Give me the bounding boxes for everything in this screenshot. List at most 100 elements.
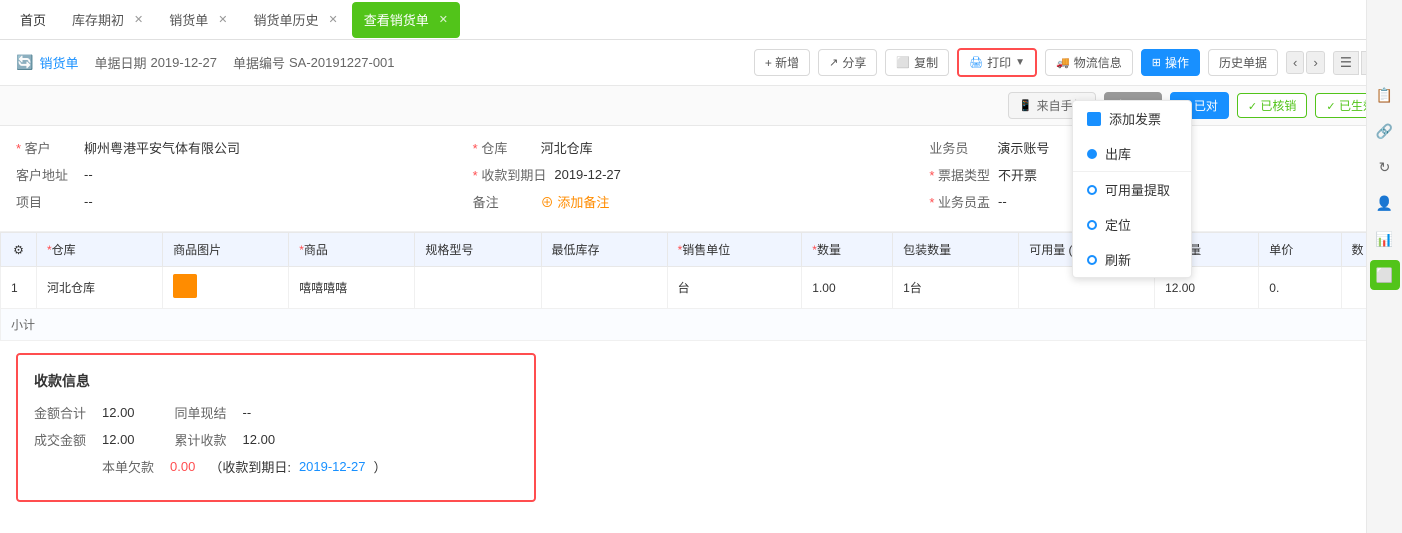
due-suffix: ） <box>373 457 386 476</box>
print-btn-label: 打印 <box>987 54 1011 71</box>
payment-date-value: 2019-12-27 <box>554 167 621 182</box>
tab-inventory[interactable]: 库存期初 ✕ <box>60 2 155 38</box>
share-btn-label: 分享 <box>842 54 866 71</box>
payment-info: 收款信息 金额合计 12.00 同单现结 -- 成交金额 12.00 累计收款 … <box>16 353 536 502</box>
payment-date-field: 收款到期日 2019-12-27 <box>473 165 930 184</box>
tab-inventory-close[interactable]: ✕ <box>134 13 143 26</box>
transaction-field: 成交金额 12.00 <box>34 430 135 449</box>
logistics-btn-label: 物流信息 <box>1074 54 1122 71</box>
payment-date-label: 收款到期日 <box>473 165 547 184</box>
row-unit: 台 <box>667 267 802 309</box>
next-btn[interactable]: › <box>1306 51 1324 74</box>
list-view-btn[interactable]: ☰ <box>1333 51 1359 75</box>
address-field: 客户地址 -- <box>16 165 473 184</box>
check-label: 已对 <box>1194 97 1218 114</box>
ticket-type-label: 票据类型 <box>929 165 990 184</box>
doc-meta: 单据日期 2019-12-27 单据编号 SA-20191227-001 <box>94 53 394 72</box>
add-remark-label: 添加备注 <box>557 195 609 210</box>
tab-sales-history[interactable]: 销货单历史 ✕ <box>241 2 349 38</box>
payment-row-3: 本单欠款 0.00 （收款到期日: 2019-12-27 ） <box>34 457 518 476</box>
refresh-icon <box>1087 255 1097 265</box>
doc-date-value: 2019-12-27 <box>150 55 217 70</box>
menu-refresh[interactable]: 刷新 <box>1073 242 1191 277</box>
address-value: -- <box>84 167 93 182</box>
doc-number-label: 单据编号 <box>233 53 285 72</box>
sidebar-icon-5[interactable]: 📊 <box>1370 224 1400 254</box>
cancelled-label: 已核销 <box>1260 99 1296 113</box>
project-value: -- <box>84 194 93 209</box>
operate-button[interactable]: ⊞ 操作 <box>1141 49 1200 76</box>
doc-actions: + 新增 ↗ 分享 ⬜ 复制 🖨 打印 ▼ 🚚 物流信息 ⊞ 操作 <box>754 48 1386 77</box>
tab-inventory-label: 库存期初 <box>72 10 124 29</box>
new-btn-label: + 新增 <box>765 54 799 71</box>
project-label: 项目 <box>16 192 76 211</box>
prev-btn[interactable]: ‹ <box>1286 51 1304 74</box>
col-spec: 规格型号 <box>415 233 541 267</box>
row-spec <box>415 267 541 309</box>
row-product: 嘻嘻嘻嘻 <box>289 267 415 309</box>
share-button[interactable]: ↗ 分享 <box>818 49 877 76</box>
subtotal-label: 小计 <box>11 318 35 332</box>
nav-arrows: ‹ › <box>1286 51 1325 74</box>
new-button[interactable]: + 新增 <box>754 49 810 76</box>
remark-field: 备注 ⊕ 添加备注 <box>473 192 930 211</box>
amount-total-value: 12.00 <box>102 405 135 420</box>
col-warehouse: *仓库 <box>37 233 163 267</box>
print-button[interactable]: 🖨 打印 ▼ <box>957 48 1037 77</box>
tab-view-sales-close[interactable]: ✕ <box>439 13 448 26</box>
sidebar-icon-3[interactable]: ↻ <box>1370 152 1400 182</box>
menu-available-qty[interactable]: 可用量提取 <box>1073 172 1191 207</box>
add-remark-btn[interactable]: ⊕ 添加备注 <box>541 192 610 211</box>
tab-sales-label: 销货单 <box>169 10 208 29</box>
tab-home-label: 首页 <box>20 10 46 29</box>
outbound-icon <box>1087 149 1097 159</box>
row-pack: 1台 <box>893 267 1019 309</box>
row-qty: 1.00 <box>802 267 893 309</box>
logistics-button[interactable]: 🚚 物流信息 <box>1045 49 1133 76</box>
doc-number-item: 单据编号 SA-20191227-001 <box>233 53 395 72</box>
operate-dropdown: 添加发票 出库 可用量提取 定位 刷新 <box>1072 100 1192 278</box>
tab-sales[interactable]: 销货单 ✕ <box>157 2 239 38</box>
ticket-type-value: 不开票 <box>998 165 1037 184</box>
warehouse-label: 仓库 <box>473 138 533 157</box>
locate-icon <box>1087 220 1097 230</box>
staff-value: 演示账号 <box>997 138 1049 157</box>
arrears-value: 0.00 <box>170 459 195 474</box>
arrears-label: 本单欠款 <box>102 457 162 476</box>
sidebar-icon-6[interactable]: ⬜ <box>1370 260 1400 290</box>
sidebar-icon-2[interactable]: 🔗 <box>1370 116 1400 146</box>
row-image <box>163 267 289 309</box>
available-qty-icon <box>1087 185 1097 195</box>
cumulative-field: 累计收款 12.00 <box>175 430 276 449</box>
add-invoice-label: 添加发票 <box>1109 109 1161 128</box>
doc-type-label: 销货单 <box>39 53 78 72</box>
refresh-label: 刷新 <box>1105 250 1131 269</box>
tab-sales-history-close[interactable]: ✕ <box>329 13 338 26</box>
col-settings[interactable]: ⚙ <box>1 233 37 267</box>
menu-add-invoice[interactable]: 添加发票 <box>1073 101 1191 136</box>
warehouse-field: 仓库 河北仓库 <box>473 138 930 157</box>
menu-outbound[interactable]: 出库 <box>1073 136 1191 171</box>
subtotal-cell: 小计 <box>1 309 1402 341</box>
available-qty-label: 可用量提取 <box>1105 180 1170 199</box>
doc-title-section: 🔄 销货单 单据日期 2019-12-27 单据编号 SA-20191227-0… <box>16 53 395 72</box>
row-price: 0. <box>1259 267 1341 309</box>
tab-sales-close[interactable]: ✕ <box>218 13 227 26</box>
tab-home[interactable]: 首页 <box>8 2 58 38</box>
payment-row-2: 成交金额 12.00 累计收款 12.00 <box>34 430 518 449</box>
staff-label: 业务员 <box>929 138 989 157</box>
staff2-label: 业务员盂 <box>929 192 990 211</box>
col-product: *商品 <box>289 233 415 267</box>
sidebar-icon-4[interactable]: 👤 <box>1370 188 1400 218</box>
history-button[interactable]: 历史单据 <box>1208 49 1278 76</box>
staff2-value: -- <box>998 194 1007 209</box>
amount-total-label: 金额合计 <box>34 403 94 422</box>
menu-locate[interactable]: 定位 <box>1073 207 1191 242</box>
due-date: 2019-12-27 <box>299 459 366 474</box>
subtotal-row: 小计 <box>1 309 1402 341</box>
copy-btn-label: 复制 <box>914 54 938 71</box>
sidebar-icon-1[interactable]: 📋 <box>1370 80 1400 110</box>
cancelled-btn[interactable]: ✓ 已核销 <box>1237 93 1308 118</box>
tab-view-sales[interactable]: 查看销货单 ✕ <box>352 2 460 38</box>
copy-button[interactable]: ⬜ 复制 <box>885 49 949 76</box>
